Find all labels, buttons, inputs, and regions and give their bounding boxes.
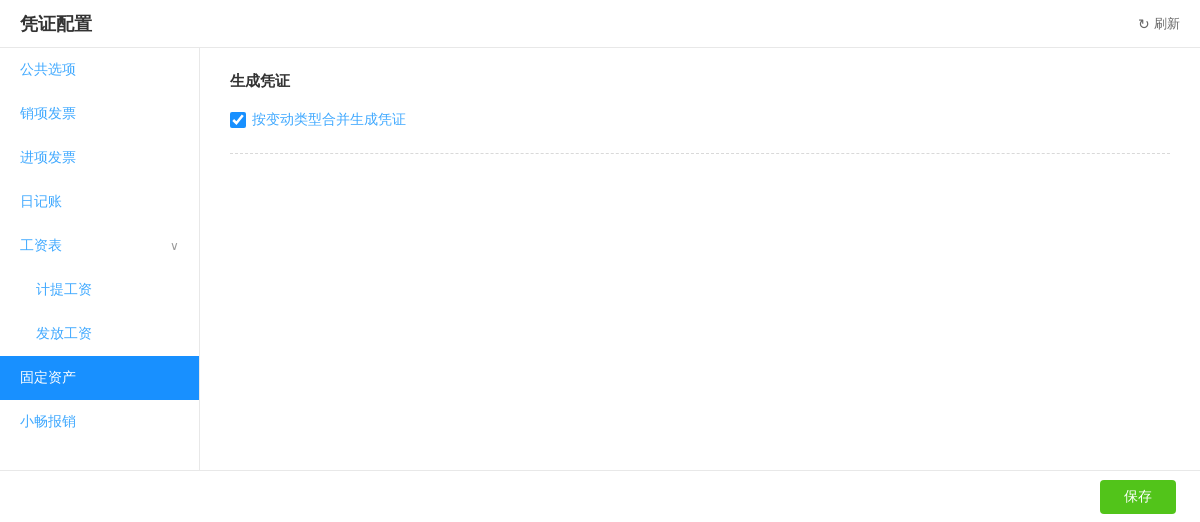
sidebar-item-sales-invoice[interactable]: 销项发票 [0,92,199,136]
refresh-label: 刷新 [1154,15,1180,33]
checkbox-label: 按变动类型合并生成凭证 [252,111,406,129]
sidebar-item-label-payroll-issue: 发放工资 [36,325,92,343]
section-divider [230,153,1170,154]
save-button[interactable]: 保存 [1100,480,1176,514]
refresh-icon: ↻ [1138,16,1150,32]
chevron-down-icon: ∨ [170,239,179,253]
sidebar-item-label-journal: 日记账 [20,193,62,211]
sidebar-item-label-expense: 小畅报销 [20,413,76,431]
checkbox-row: 按变动类型合并生成凭证 [230,111,1170,129]
sidebar-item-payroll[interactable]: 工资表 ∨ [0,224,199,268]
sidebar-item-purchase-invoice[interactable]: 进项发票 [0,136,199,180]
sidebar-item-public[interactable]: 公共选项 [0,48,199,92]
sidebar-item-label-payroll-calc: 计提工资 [36,281,92,299]
sidebar-item-journal[interactable]: 日记账 [0,180,199,224]
page-footer: 保存 [0,470,1200,522]
sidebar-item-expense[interactable]: 小畅报销 [0,400,199,444]
content-area: 生成凭证 按变动类型合并生成凭证 [200,48,1200,470]
merge-checkbox[interactable] [230,112,246,128]
sidebar-item-fixed-assets[interactable]: 固定资产 [0,356,199,400]
section-title: 生成凭证 [230,72,1170,91]
sidebar-item-label-fixed-assets: 固定资产 [20,369,76,387]
page-title: 凭证配置 [20,12,92,36]
checkbox-wrapper[interactable]: 按变动类型合并生成凭证 [230,111,406,129]
sidebar: 公共选项销项发票进项发票日记账工资表 ∨ 计提工资发放工资固定资产小畅报销 [0,48,200,470]
page-header: 凭证配置 ↻ 刷新 [0,0,1200,48]
refresh-button[interactable]: ↻ 刷新 [1138,15,1180,33]
sidebar-item-payroll-calc[interactable]: 计提工资 [0,268,199,312]
main-layout: 公共选项销项发票进项发票日记账工资表 ∨ 计提工资发放工资固定资产小畅报销 生成凭证… [0,48,1200,470]
sidebar-item-label-payroll: 工资表 [20,237,62,255]
sidebar-item-label-public: 公共选项 [20,61,76,79]
page-container: 凭证配置 ↻ 刷新 公共选项销项发票进项发票日记账工资表 ∨ 计提工资发放工资固定资… [0,0,1200,522]
sidebar-item-label-sales-invoice: 销项发票 [20,105,76,123]
sidebar-item-payroll-issue[interactable]: 发放工资 [0,312,199,356]
sidebar-item-label-purchase-invoice: 进项发票 [20,149,76,167]
